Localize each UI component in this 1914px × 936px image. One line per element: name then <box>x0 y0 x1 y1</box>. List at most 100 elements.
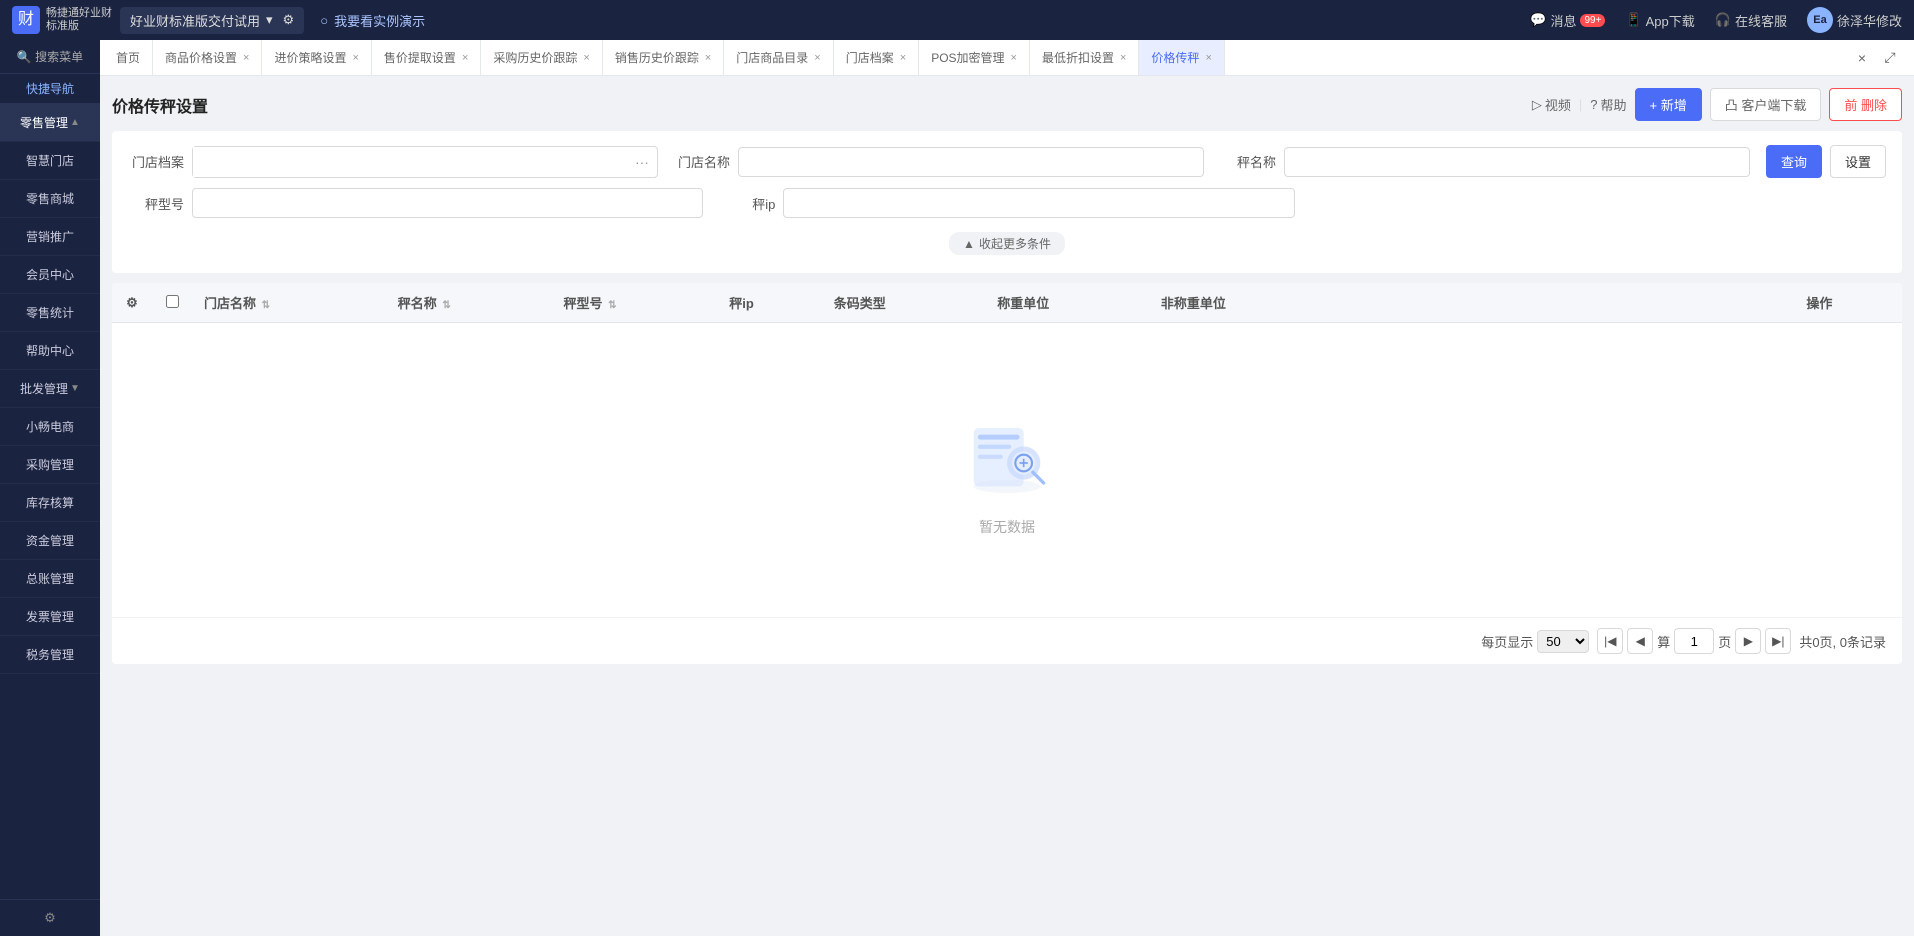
th-settings[interactable]: ⚙ <box>112 283 152 323</box>
first-page-btn[interactable]: |◀ <box>1597 628 1623 654</box>
video-icon: ▷ <box>1532 97 1542 113</box>
sort-icon[interactable]: ⇅ <box>442 300 450 311</box>
sidebar-item-wholesale[interactable]: 批发管理 ▼ <box>0 370 100 408</box>
collapse-up-icon: ▲ <box>963 237 975 251</box>
tab-min-discount[interactable]: 最低折扣设置 × <box>1030 40 1139 76</box>
page-input[interactable] <box>1674 628 1714 654</box>
per-page-dropdown[interactable]: 10 20 50 100 <box>1537 630 1589 653</box>
sort-icon[interactable]: ⇅ <box>262 300 270 311</box>
close-icon[interactable]: × <box>352 52 358 64</box>
sidebar-item-retail-stats[interactable]: 零售统计 <box>0 294 100 332</box>
query-button[interactable]: 查询 <box>1766 145 1822 178</box>
header-demo[interactable]: ○ 我要看实例演示 <box>320 11 425 30</box>
help-link[interactable]: ? 帮助 <box>1590 95 1626 114</box>
selector-dropdown-icon: ▾ <box>266 12 273 28</box>
collapse-label: 收起更多条件 <box>979 235 1051 252</box>
th-scale-ip: 秤ip <box>717 283 821 323</box>
page-label: 算 <box>1657 632 1670 651</box>
tab-product-price[interactable]: 商品价格设置 × <box>153 40 262 76</box>
settings-button[interactable]: 设置 <box>1830 145 1886 178</box>
tab-store-catalog[interactable]: 门店商品目录 × <box>724 40 833 76</box>
tab-expand-btn[interactable]: ⤢ <box>1878 46 1902 70</box>
expand-icon-wholesale: ▼ <box>70 383 80 394</box>
sidebar-item-label: 小畅电商 <box>26 418 74 435</box>
video-link[interactable]: ▷ 视频 <box>1532 95 1571 114</box>
user-item[interactable]: Ea 徐泽华修改 <box>1807 7 1902 33</box>
download-button[interactable]: 凸 客户端下载 <box>1710 88 1822 121</box>
collapse-button[interactable]: ▲ 收起更多条件 <box>949 232 1065 255</box>
sidebar-item-invoice[interactable]: 发票管理 <box>0 598 100 636</box>
store-archive-more-btn[interactable]: ··· <box>627 154 657 170</box>
scale-model-input[interactable] <box>192 188 703 218</box>
header-selector[interactable]: 好业财标准版交付试用 ▾ ⚙ <box>120 7 304 34</box>
sidebar-item-retail[interactable]: 零售管理 ▲ <box>0 104 100 142</box>
next-page-btn[interactable]: ▶ <box>1735 628 1761 654</box>
sidebar-item-member[interactable]: 会员中心 <box>0 256 100 294</box>
th-weight-unit: 称重单位 <box>985 283 1149 323</box>
tab-purchase-history[interactable]: 采购历史价跟踪 × <box>481 40 602 76</box>
sidebar-item-mini-ecom[interactable]: 小畅电商 <box>0 408 100 446</box>
sidebar-item-help[interactable]: 帮助中心 <box>0 332 100 370</box>
sidebar-item-finance[interactable]: 资金管理 <box>0 522 100 560</box>
sidebar-item-inventory[interactable]: 库存核算 <box>0 484 100 522</box>
sidebar-settings[interactable]: ⚙ <box>0 899 100 936</box>
close-icon[interactable]: × <box>583 52 589 64</box>
sidebar-item-online-store[interactable]: 零售商城 <box>0 180 100 218</box>
store-archive-input[interactable] <box>193 147 627 177</box>
download-label: 凸 客户端下载 <box>1725 95 1807 114</box>
close-icon[interactable]: × <box>900 52 906 64</box>
help-label: 帮助 <box>1601 95 1627 114</box>
sidebar-item-purchase[interactable]: 采购管理 <box>0 446 100 484</box>
store-name-input[interactable] <box>738 147 1204 177</box>
tab-label: 售价提取设置 <box>384 49 456 66</box>
close-icon[interactable]: × <box>1205 52 1211 64</box>
message-icon: 💬 <box>1530 12 1546 28</box>
sidebar: 🔍 搜索菜单 快捷导航 零售管理 ▲ 智慧门店 零售商城 营销推广 会员中心 零… <box>0 40 100 936</box>
close-icon[interactable]: × <box>814 52 820 64</box>
scale-ip-input[interactable] <box>783 188 1294 218</box>
store-archive-label: 门店档案 <box>128 152 184 171</box>
total-label: 共0页, 0条记录 <box>1799 632 1886 651</box>
th-checkbox[interactable] <box>152 283 192 323</box>
scale-name-input[interactable] <box>1284 147 1750 177</box>
sidebar-nav[interactable]: 快捷导航 <box>0 74 100 104</box>
select-all-checkbox[interactable] <box>166 295 179 308</box>
th-scale-model: 秤型号 ⇅ <box>551 283 717 323</box>
headset-icon: 🎧 <box>1715 12 1731 28</box>
online-service-item[interactable]: 🎧 在线客服 <box>1715 11 1787 30</box>
tab-home[interactable]: 首页 <box>104 40 153 76</box>
message-item[interactable]: 💬 消息 99+ <box>1530 11 1605 30</box>
close-icon[interactable]: × <box>1120 52 1126 64</box>
tab-close-btn[interactable]: × <box>1850 46 1874 70</box>
sidebar-item-smart-store[interactable]: 智慧门店 <box>0 142 100 180</box>
tab-sale-history[interactable]: 销售历史价跟踪 × <box>603 40 724 76</box>
close-icon[interactable]: × <box>1011 52 1017 64</box>
sidebar-item-label: 总账管理 <box>26 570 74 587</box>
tab-store-archive[interactable]: 门店档案 × <box>834 40 919 76</box>
store-name-label: 门店名称 <box>674 152 730 171</box>
sidebar-item-marketing[interactable]: 营销推广 <box>0 218 100 256</box>
sidebar-search[interactable]: 🔍 搜索菜单 <box>0 40 100 74</box>
tab-purchase-strategy[interactable]: 进价策略设置 × <box>262 40 371 76</box>
selector-settings-icon[interactable]: ⚙ <box>283 12 295 28</box>
sidebar-item-tax[interactable]: 税务管理 <box>0 636 100 674</box>
sidebar-item-general-ledger[interactable]: 总账管理 <box>0 560 100 598</box>
app-logo-text: 畅捷通好业财 标准版 <box>46 7 112 33</box>
delete-button[interactable]: 前 删除 <box>1829 88 1902 121</box>
video-label: 视频 <box>1545 95 1571 114</box>
add-button[interactable]: + 新增 <box>1635 88 1702 121</box>
app-download-item[interactable]: 📱 App下载 <box>1625 11 1694 30</box>
close-icon[interactable]: × <box>705 52 711 64</box>
close-icon[interactable]: × <box>462 52 468 64</box>
close-icon[interactable]: × <box>243 52 249 64</box>
form-item-store-archive: 门店档案 ··· <box>128 146 658 178</box>
last-page-btn[interactable]: ▶| <box>1765 628 1791 654</box>
table-header-row: ⚙ 门店名称 ⇅ 秤名称 ⇅ 秤型号 <box>112 283 1902 323</box>
tab-price-scale[interactable]: 价格传秤 × <box>1139 40 1224 76</box>
prev-page-btn[interactable]: ◀ <box>1627 628 1653 654</box>
tab-pos-management[interactable]: POS加密管理 × <box>919 40 1030 76</box>
sort-icon[interactable]: ⇅ <box>608 300 616 311</box>
sidebar-item-label: 采购管理 <box>26 456 74 473</box>
tab-sale-price[interactable]: 售价提取设置 × <box>372 40 481 76</box>
sidebar-search-label: 搜索菜单 <box>35 50 83 64</box>
